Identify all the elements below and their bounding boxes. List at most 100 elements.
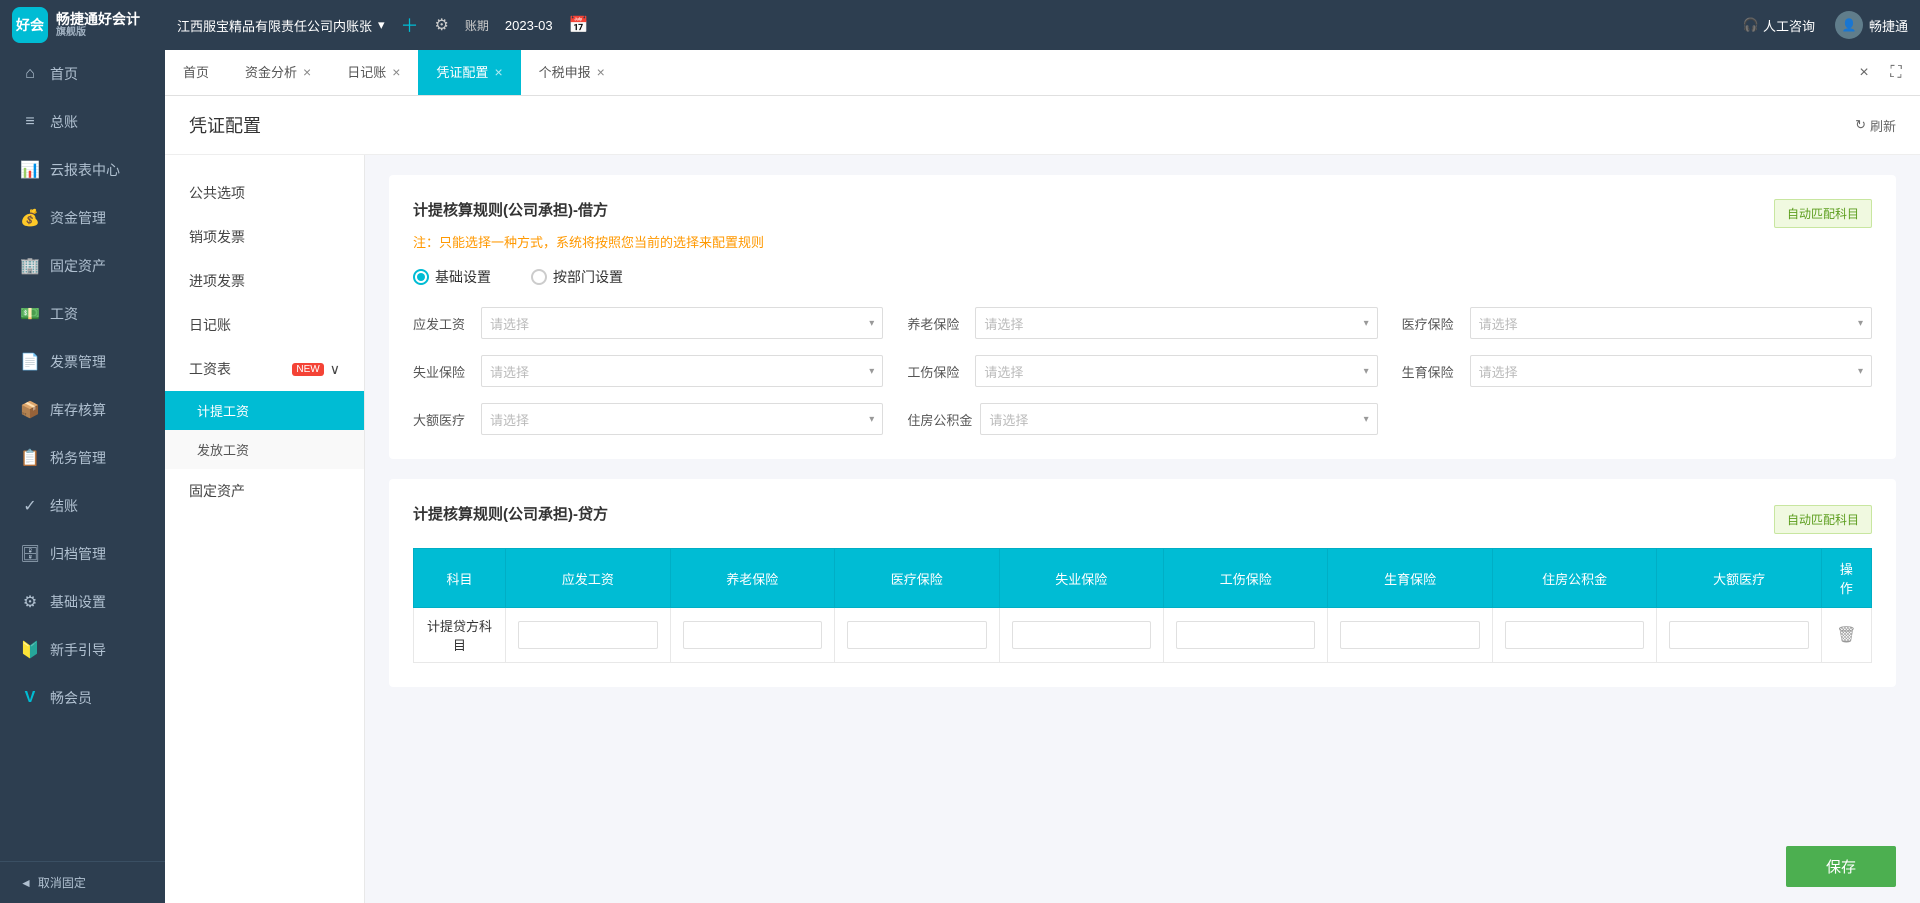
table-row: 计提贷方科目 🗑: [414, 608, 1872, 663]
select-housing[interactable]: 请选择 ▾: [980, 403, 1377, 435]
select-maternity[interactable]: 请选择 ▾: [1470, 355, 1872, 387]
sidebar-item-tax[interactable]: 📋 税务管理: [0, 434, 165, 482]
sidebar-item-vip[interactable]: V 畅会员: [0, 674, 165, 722]
vip-icon: V: [20, 689, 40, 707]
company-selector[interactable]: 江西服宝精品有限责任公司内账张 ▾: [177, 16, 385, 35]
nav-payroll-accrue[interactable]: 计提工资: [165, 391, 364, 430]
col-action: 操作: [1821, 549, 1871, 608]
save-button[interactable]: 保存: [1786, 846, 1896, 887]
input-credit-large-medical[interactable]: [1669, 621, 1808, 649]
select-medical-arrow: ▾: [1858, 318, 1863, 329]
close-all-tabs-btn[interactable]: ×: [1852, 61, 1876, 85]
radio-dept[interactable]: 按部门设置: [531, 267, 623, 287]
tab-home[interactable]: 首页: [165, 50, 227, 95]
tab-voucher-config[interactable]: 凭证配置 ×: [418, 50, 520, 95]
radio-basic-inner: [417, 273, 425, 281]
select-unemployment[interactable]: 请选择 ▾: [481, 355, 883, 387]
input-credit-injury[interactable]: [1176, 621, 1315, 649]
sidebar-item-guide[interactable]: 🔰 新手引导: [0, 626, 165, 674]
sidebar-item-assets[interactable]: 🏢 固定资产: [0, 242, 165, 290]
radio-basic[interactable]: 基础设置: [413, 267, 491, 287]
sidebar-item-invoice[interactable]: 📄 发票管理: [0, 338, 165, 386]
cell-injury: [1163, 608, 1327, 663]
settings-sidebar-icon: ⚙: [20, 592, 40, 612]
credit-section-title: 计提核算规则(公司承担)-贷方: [413, 503, 608, 524]
nav-public[interactable]: 公共选项: [165, 171, 364, 215]
select-injury[interactable]: 请选择 ▾: [975, 355, 1377, 387]
calendar-icon[interactable]: 📅: [569, 15, 589, 35]
debit-section-title: 计提核算规则(公司承担)-借方: [413, 199, 1872, 220]
closing-icon: ✓: [20, 496, 40, 516]
credit-table: 科目 应发工资 养老保险 医疗保险 失业保险 工伤保险 生育保险 住房公积金 大…: [413, 548, 1872, 663]
tab-funds-analysis[interactable]: 资金分析 ×: [227, 50, 329, 95]
chevron-down-icon: ∨: [330, 361, 340, 378]
sidebar-item-reports[interactable]: 📊 云报表中心: [0, 146, 165, 194]
user-info[interactable]: 👤 畅捷通: [1835, 11, 1908, 39]
credit-auto-match-button[interactable]: 自动匹配科目: [1774, 505, 1872, 534]
sidebar-item-salary[interactable]: 💵 工资: [0, 290, 165, 338]
two-panel: 公共选项 销项发票 进项发票 日记账 工资表 NEW ∨ 计提工资 发放工资: [165, 155, 1920, 903]
sidebar-item-funds[interactable]: 💰 资金管理: [0, 194, 165, 242]
radio-dept-circle: [531, 269, 547, 285]
input-credit-unemployment[interactable]: [1012, 621, 1151, 649]
nav-fixed-assets[interactable]: 固定资产: [165, 469, 364, 513]
debit-auto-match-button[interactable]: 自动匹配科目: [1774, 199, 1872, 228]
col-injury: 工伤保险: [1163, 549, 1327, 608]
cancel-fixed-btn[interactable]: ◄ 取消固定: [0, 861, 165, 903]
dropdown-icon: ▾: [378, 17, 385, 33]
select-large-medical[interactable]: 请选择 ▾: [481, 403, 883, 435]
add-account-btn[interactable]: ＋: [401, 12, 419, 38]
select-salary-arrow: ▾: [869, 318, 874, 329]
refresh-icon: ↻: [1855, 117, 1866, 133]
avatar: 👤: [1835, 11, 1863, 39]
left-nav: 公共选项 销项发票 进项发票 日记账 工资表 NEW ∨ 计提工资 发放工资: [165, 155, 365, 903]
assets-icon: 🏢: [20, 256, 40, 276]
nav-sales-invoice[interactable]: 销项发票: [165, 215, 364, 259]
col-subject: 科目: [414, 549, 506, 608]
input-credit-housing[interactable]: [1505, 621, 1644, 649]
input-credit-maternity[interactable]: [1340, 621, 1479, 649]
expand-tabs-btn[interactable]: ⛶: [1884, 61, 1908, 85]
sidebar-item-closing[interactable]: ✓ 结账: [0, 482, 165, 530]
select-unemployment-arrow: ▾: [869, 366, 874, 377]
input-credit-medical[interactable]: [847, 621, 986, 649]
col-maternity: 生育保险: [1328, 549, 1492, 608]
debit-section-note: 注：只能选择一种方式，系统将按照您当前的选择来配置规则: [413, 232, 1872, 251]
debit-form-grid: 应发工资 请选择 ▾ 养老保险 请选择 ▾: [413, 307, 1872, 435]
sidebar-item-ledger[interactable]: ≡ 总账: [0, 98, 165, 146]
field-unemployment: 失业保险 请选择 ▾: [413, 355, 883, 387]
col-salary: 应发工资: [506, 549, 670, 608]
reports-icon: 📊: [20, 160, 40, 180]
tax-icon: 📋: [20, 448, 40, 468]
sidebar-item-archive[interactable]: 🗄 归档管理: [0, 530, 165, 578]
tab-tax-close[interactable]: ×: [597, 64, 605, 80]
input-credit-pension[interactable]: [683, 621, 822, 649]
nav-payroll-pay[interactable]: 发放工资: [165, 430, 364, 469]
page-title: 凭证配置: [189, 112, 261, 138]
input-credit-salary[interactable]: [518, 621, 657, 649]
funds-icon: 💰: [20, 208, 40, 228]
page-header: 凭证配置 ↻ 刷新: [165, 96, 1920, 155]
tab-tax-report[interactable]: 个税申报 ×: [521, 50, 623, 95]
support-button[interactable]: 🎧 人工咨询: [1743, 16, 1815, 35]
ledger-icon: ≡: [20, 113, 40, 131]
select-medical[interactable]: 请选择 ▾: [1470, 307, 1872, 339]
delete-row-button[interactable]: 🗑: [1836, 627, 1856, 644]
select-pension-arrow: ▾: [1364, 318, 1369, 329]
radio-group: 基础设置 按部门设置: [413, 267, 1872, 287]
tab-funds-close[interactable]: ×: [303, 64, 311, 80]
select-pension[interactable]: 请选择 ▾: [975, 307, 1377, 339]
refresh-button[interactable]: ↻ 刷新: [1855, 116, 1896, 135]
sidebar-item-settings[interactable]: ⚙ 基础设置: [0, 578, 165, 626]
tab-bar: 首页 资金分析 × 日记账 × 凭证配置 × 个税申报 × × ⛶: [165, 50, 1920, 96]
nav-journal[interactable]: 日记账: [165, 303, 364, 347]
tab-voucher-close[interactable]: ×: [494, 64, 502, 80]
tab-journal-close[interactable]: ×: [392, 64, 400, 80]
sidebar-item-home[interactable]: ⌂ 首页: [0, 50, 165, 98]
tab-journal[interactable]: 日记账 ×: [329, 50, 418, 95]
nav-payroll-table[interactable]: 工资表 NEW ∨: [165, 347, 364, 391]
settings-icon[interactable]: ⚙: [435, 15, 449, 35]
nav-purchase-invoice[interactable]: 进项发票: [165, 259, 364, 303]
select-salary[interactable]: 请选择 ▾: [481, 307, 883, 339]
sidebar-item-inventory[interactable]: 📦 库存核算: [0, 386, 165, 434]
